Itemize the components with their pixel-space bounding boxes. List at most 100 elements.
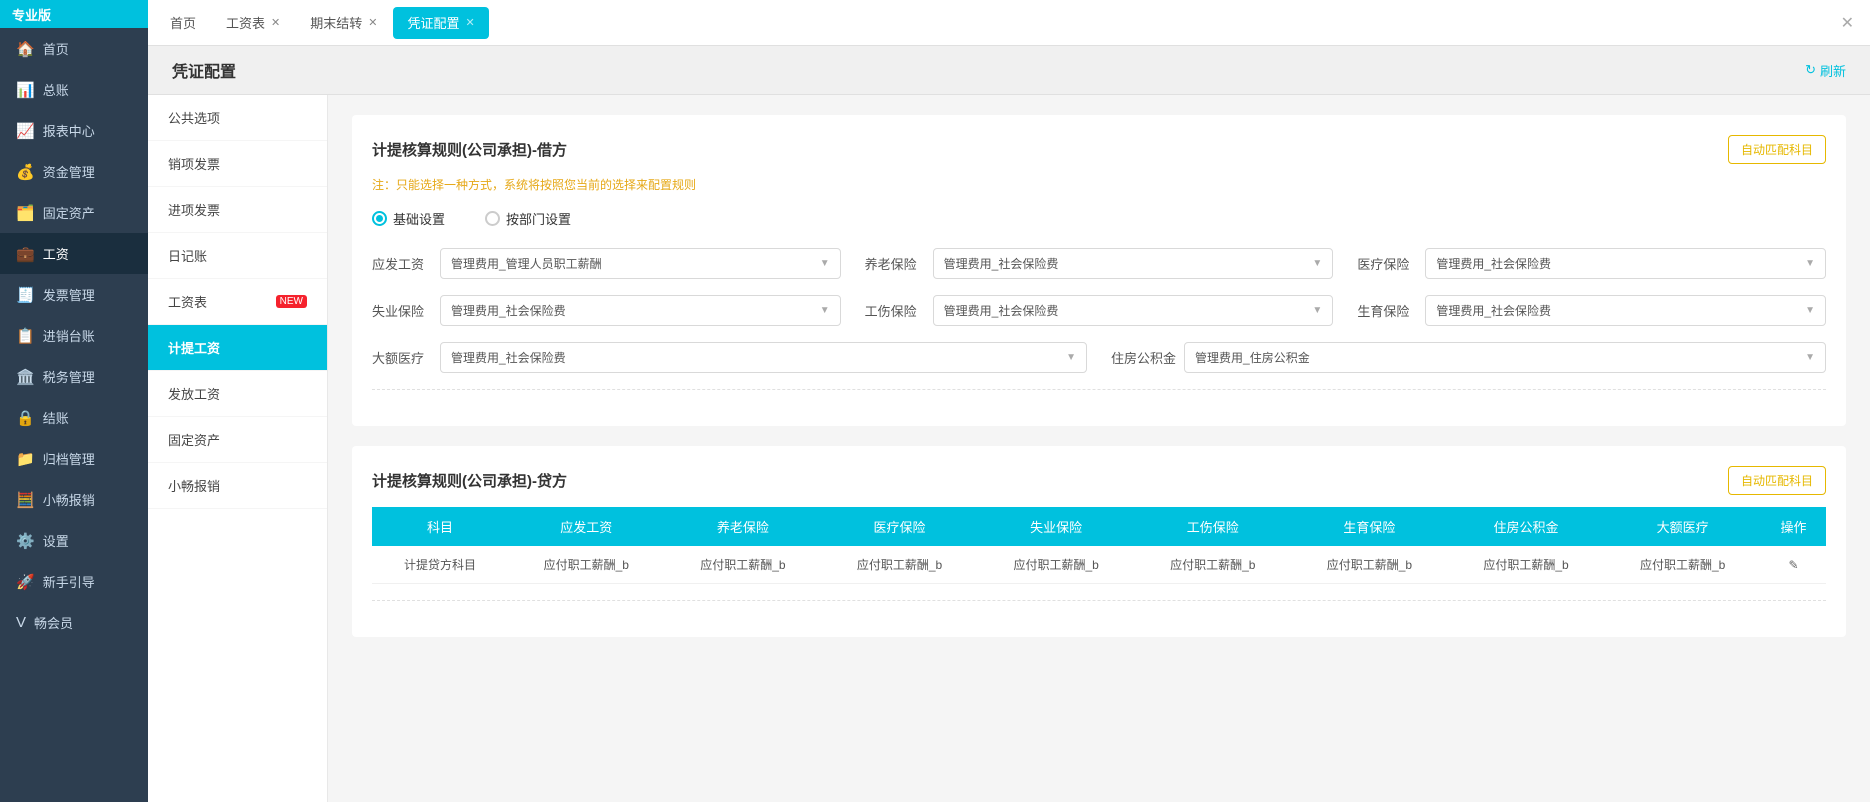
left-nav-label-fixed-assets: 固定资产 [168, 430, 220, 449]
tab-home[interactable]: 首页 [156, 7, 210, 39]
sidebar-item-member[interactable]: V畅会员 [0, 602, 148, 643]
label-yingfa: 应发工资 [372, 254, 432, 273]
left-nav-label-xiaochang-expense: 小畅报销 [168, 476, 220, 495]
sidebar-label-member: 畅会员 [34, 613, 73, 632]
field-gongshang: 工伤保险 管理费用_社会保险费 ▼ [865, 295, 1334, 326]
left-nav-item-public[interactable]: 公共选项 [148, 95, 327, 141]
left-nav-item-journal[interactable]: 日记账 [148, 233, 327, 279]
debit-auto-match-button[interactable]: 自动匹配科目 [1728, 135, 1826, 164]
select-yingfa[interactable]: 管理费用_管理人员职工薪酬 ▼ [440, 248, 841, 279]
td-gongjijin: 应付职工薪酬_b [1448, 546, 1605, 584]
left-nav-item-xiaochang-expense[interactable]: 小畅报销 [148, 463, 327, 509]
edit-icon[interactable]: ✎ [1788, 558, 1798, 572]
credit-section: 计提核算规则(公司承担)-贷方 自动匹配科目 科目 应发工资 养老保险 医疗保险… [352, 446, 1846, 637]
sidebar-item-archive[interactable]: 📁归档管理 [0, 438, 148, 479]
td-yanglao: 应付职工薪酬_b [665, 546, 822, 584]
content-area: 公共选项销项发票进项发票日记账工资表 NEW 计提工资发放工资固定资产小畅报销 计提… [148, 95, 1870, 802]
sidebar-item-funds[interactable]: 💰资金管理 [0, 151, 148, 192]
sidebar-label-xiaochang: 小畅报销 [43, 490, 95, 509]
global-close-button[interactable]: ✕ [1833, 9, 1862, 37]
sidebar-item-invoice[interactable]: 🧾 发票管理 [0, 274, 148, 315]
select-gongjijin[interactable]: 管理费用_住房公积金 ▼ [1184, 342, 1826, 373]
sidebar-icon-invoice: 🧾 [16, 286, 35, 304]
radio-dept-circle [485, 211, 500, 226]
sidebar-item-assets[interactable]: 🗂️固定资产 [0, 192, 148, 233]
left-nav-item-issue-salary[interactable]: 发放工资 [148, 371, 327, 417]
tab-salary-table[interactable]: 工资表✕ [212, 7, 294, 39]
th-daeyiliao: 大额医疗 [1604, 507, 1761, 546]
select-daeyiliao-value: 管理费用_社会保险费 [451, 349, 566, 366]
sidebar-item-inout[interactable]: 📋进销台账 [0, 315, 148, 356]
tab-close-period-close[interactable]: ✕ [368, 16, 377, 29]
chevron-icon: ▼ [820, 258, 830, 269]
select-shiye[interactable]: 管理费用_社会保险费 ▼ [440, 295, 841, 326]
sidebar-item-settings[interactable]: ⚙️ 设置 [0, 520, 148, 561]
th-subject: 科目 [372, 507, 508, 546]
new-badge-salary-table: NEW [276, 295, 307, 308]
sidebar-label-archive: 归档管理 [43, 449, 95, 468]
sidebar-icon-close: 🔒 [16, 409, 35, 427]
sidebar-item-xiaochang[interactable]: 🧮小畅报销 [0, 479, 148, 520]
left-nav-label-salary-table: 工资表 [168, 292, 207, 311]
main-panel: 计提核算规则(公司承担)-借方 自动匹配科目 注：只能选择一种方式，系统将按照您… [328, 95, 1870, 802]
debit-section-header: 计提核算规则(公司承担)-借方 自动匹配科目 [372, 135, 1826, 164]
tab-period-close[interactable]: 期末结转✕ [296, 7, 391, 39]
debit-section: 计提核算规则(公司承担)-借方 自动匹配科目 注：只能选择一种方式，系统将按照您… [352, 115, 1846, 426]
left-nav-item-purchase-invoice[interactable]: 进项发票 [148, 187, 327, 233]
select-yanglao-value: 管理费用_社会保险费 [944, 255, 1059, 272]
sidebar-icon-reports: 📈 [16, 122, 35, 140]
select-shengyu[interactable]: 管理费用_社会保险费 ▼ [1425, 295, 1826, 326]
td-shiye: 应付职工薪酬_b [978, 546, 1135, 584]
left-nav-item-fixed-assets[interactable]: 固定资产 [148, 417, 327, 463]
radio-dept-setting[interactable]: 按部门设置 [485, 209, 571, 228]
select-gongshang[interactable]: 管理费用_社会保险费 ▼ [933, 295, 1334, 326]
sidebar-label-close: 结账 [43, 408, 69, 427]
select-yanglao[interactable]: 管理费用_社会保险费 ▼ [933, 248, 1334, 279]
th-shiye: 失业保险 [978, 507, 1135, 546]
credit-table: 科目 应发工资 养老保险 医疗保险 失业保险 工伤保险 生育保险 住房公积金 大… [372, 507, 1826, 584]
left-nav-item-salary-table[interactable]: 工资表 NEW [148, 279, 327, 325]
chevron-icon: ▼ [1805, 305, 1815, 316]
select-shengyu-value: 管理费用_社会保险费 [1436, 302, 1551, 319]
tab-close-voucher-config[interactable]: ✕ [466, 16, 475, 29]
sidebar-item-close[interactable]: 🔒 结账 [0, 397, 148, 438]
credit-table-header-row: 科目 应发工资 养老保险 医疗保险 失业保险 工伤保险 生育保险 住房公积金 大… [372, 507, 1826, 546]
tab-close-salary-table[interactable]: ✕ [271, 16, 280, 29]
sidebar-icon-newbie: 🚀 [16, 573, 35, 591]
td-daeyiliao: 应付职工薪酬_b [1604, 546, 1761, 584]
debit-form-row3: 大额医疗 管理费用_社会保险费 ▼ 住房公积金 管理费用_住房公积金 ▼ [372, 342, 1826, 373]
refresh-icon: ↻ [1805, 62, 1816, 78]
sidebar-label-settings: 设置 [43, 531, 69, 550]
sidebar: 专业版 🏠首页📊总账📈报表中心💰资金管理🗂️固定资产💼工资 🧾 发票管理 📋进销台账🏛… [0, 0, 148, 802]
refresh-button[interactable]: ↻ 刷新 [1805, 61, 1846, 80]
select-yiliao[interactable]: 管理费用_社会保险费 ▼ [1425, 248, 1826, 279]
tab-voucher-config[interactable]: 凭证配置✕ [393, 7, 488, 39]
radio-basic-setting[interactable]: 基础设置 [372, 209, 445, 228]
page-header: 凭证配置 ↻ 刷新 [148, 46, 1870, 95]
credit-auto-match-button[interactable]: 自动匹配科目 [1728, 466, 1826, 495]
td-shengyu: 应付职工薪酬_b [1291, 546, 1448, 584]
sidebar-item-salary[interactable]: 💼工资 [0, 233, 148, 274]
sidebar-item-tax[interactable]: 🏛️税务管理 [0, 356, 148, 397]
label-daeyiliao: 大额医疗 [372, 348, 432, 367]
sidebar-icon-assets: 🗂️ [16, 204, 35, 222]
sidebar-item-home[interactable]: 🏠首页 [0, 28, 148, 69]
select-daeyiliao[interactable]: 管理费用_社会保险费 ▼ [440, 342, 1087, 373]
sidebar-label-invoice: 发票管理 [43, 285, 95, 304]
field-daeyiliao: 大额医疗 管理费用_社会保险费 ▼ [372, 342, 1087, 373]
field-yanglao: 养老保险 管理费用_社会保险费 ▼ [865, 248, 1334, 279]
section-divider [372, 389, 1826, 390]
app-edition: 专业版 [0, 0, 148, 28]
left-nav-item-jiti-salary[interactable]: 计提工资 [148, 325, 327, 371]
sidebar-label-newbie: 新手引导 [43, 572, 95, 591]
sidebar-icon-settings: ⚙️ [16, 532, 35, 550]
debit-radio-group: 基础设置 按部门设置 [372, 209, 1826, 228]
sidebar-item-newbie[interactable]: 🚀 新手引导 [0, 561, 148, 602]
left-nav-item-sales-invoice[interactable]: 销项发票 [148, 141, 327, 187]
sidebar-item-ledger[interactable]: 📊总账 [0, 69, 148, 110]
td-action[interactable]: ✎ [1761, 546, 1826, 584]
tab-label-home: 首页 [170, 13, 196, 32]
select-yiliao-value: 管理费用_社会保险费 [1436, 255, 1551, 272]
sidebar-item-reports[interactable]: 📈报表中心 [0, 110, 148, 151]
left-nav-label-jiti-salary: 计提工资 [168, 338, 220, 357]
